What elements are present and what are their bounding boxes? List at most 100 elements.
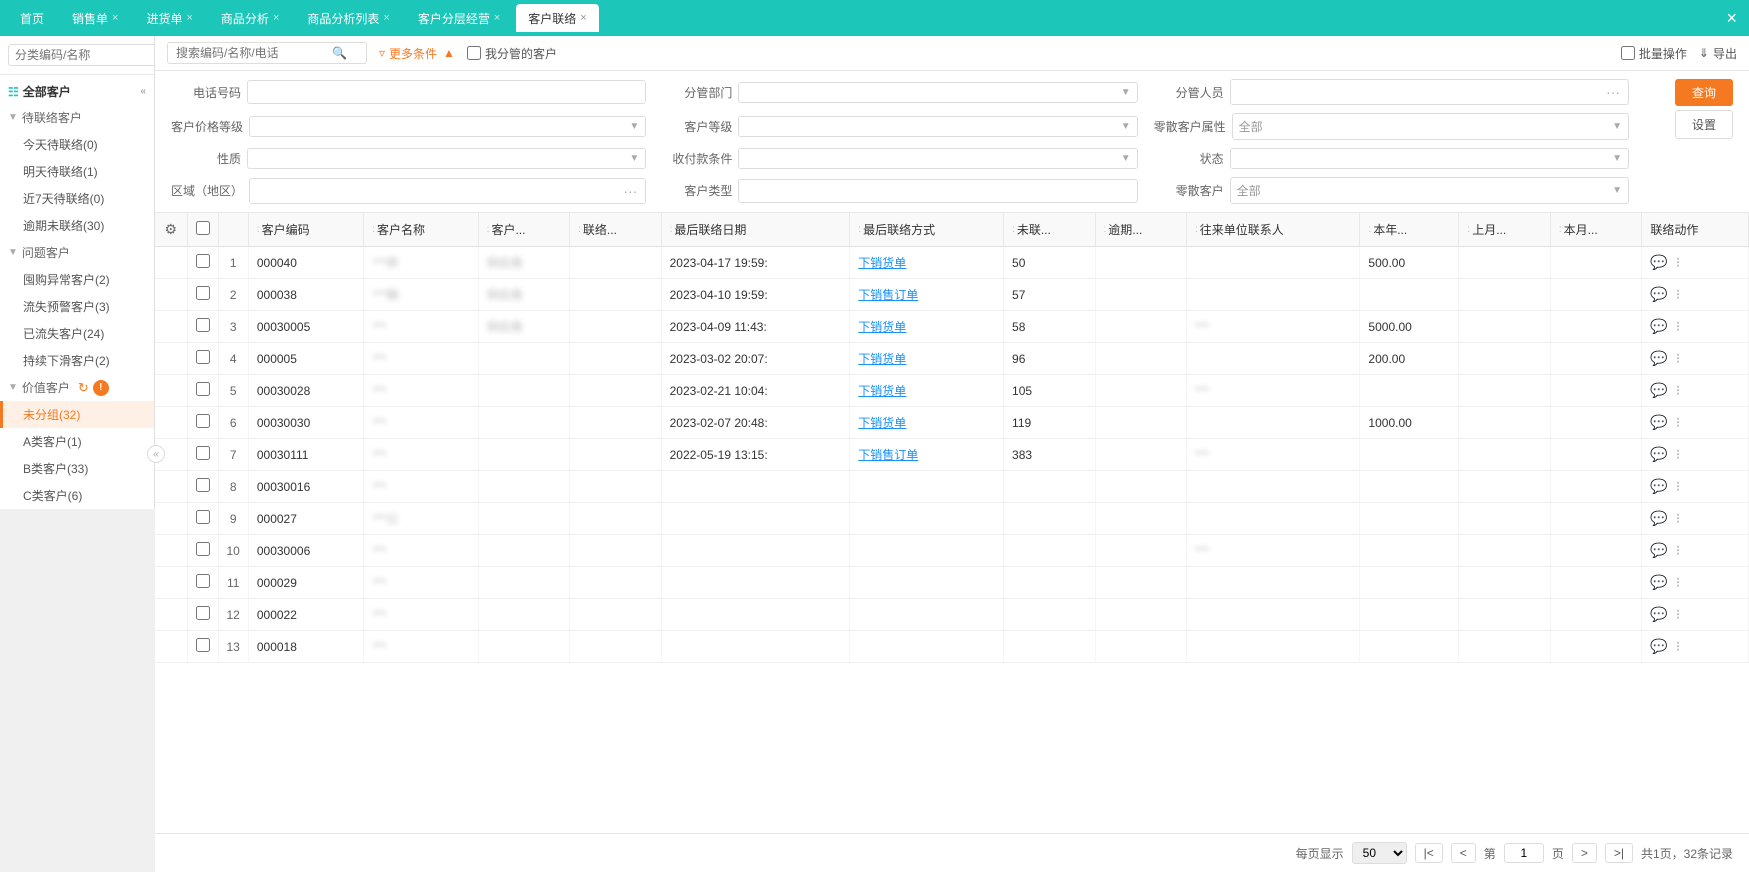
contact-icon[interactable]: 💬	[1650, 382, 1667, 399]
more-icon[interactable]: ⁝	[1676, 446, 1680, 463]
nature-select[interactable]: ▼	[247, 148, 646, 169]
cell-check[interactable]	[187, 631, 218, 663]
tab-sales[interactable]: 销售单 ×	[60, 4, 130, 32]
export-btn[interactable]: ⇓ 导出	[1699, 45, 1737, 62]
th-this-year[interactable]: : 本年...	[1360, 213, 1459, 247]
more-icon[interactable]: ⁝	[1676, 350, 1680, 367]
contact-icon[interactable]: 💬	[1650, 542, 1667, 559]
contact-icon[interactable]: 💬	[1650, 446, 1667, 463]
th-contact[interactable]: : 联络...	[570, 213, 661, 247]
cell-check[interactable]	[187, 311, 218, 343]
contact-way-link[interactable]: 下销货单	[858, 416, 906, 430]
sidebar-section-pending[interactable]: ▼ 待联络客户	[0, 104, 154, 131]
tab-product-analysis-close[interactable]: ×	[273, 12, 279, 24]
sidebar-section-problem[interactable]: ▼ 问题客户	[0, 239, 154, 266]
filter-search-input[interactable]	[176, 46, 326, 60]
sidebar-item-churned[interactable]: 已流失客户(24)	[0, 320, 154, 347]
more-icon[interactable]: ⁝	[1676, 606, 1680, 623]
tab-customer-contact-close[interactable]: ×	[580, 12, 586, 24]
contact-way-link[interactable]: 下销货单	[858, 384, 906, 398]
dept-select[interactable]: ▼	[738, 82, 1137, 103]
tab-product-list[interactable]: 商品分析列表 ×	[295, 4, 401, 32]
th-type[interactable]: : 客户...	[478, 213, 569, 247]
contact-way-link[interactable]: 下销售订单	[858, 288, 918, 302]
sidebar-all-customers[interactable]: ☷ 全部客户 «	[0, 75, 154, 104]
query-button[interactable]: 查询	[1675, 79, 1733, 106]
more-icon[interactable]: ⁝	[1676, 574, 1680, 591]
more-conditions-btn[interactable]: ▿ 更多条件 ▲	[379, 45, 455, 62]
payment-select[interactable]: ▼	[738, 148, 1137, 169]
page-number-input[interactable]	[1504, 843, 1544, 863]
row-checkbox[interactable]	[196, 254, 210, 268]
cell-check[interactable]	[187, 535, 218, 567]
cell-check[interactable]	[187, 599, 218, 631]
th-last-contact-way[interactable]: : 最后联络方式	[850, 213, 1004, 247]
filter-search-icon[interactable]: 🔍	[332, 46, 347, 60]
page-size-select[interactable]: 50 100 200	[1352, 842, 1407, 864]
sidebar-item-7days[interactable]: 近7天待联络(0)	[0, 185, 154, 212]
table-container[interactable]: ⚙ : 客户编码	[155, 213, 1749, 833]
my-customers-checkbox-area[interactable]: 我分管的客户	[467, 45, 557, 62]
row-checkbox[interactable]	[196, 446, 210, 460]
phone-input[interactable]	[247, 80, 646, 104]
status-select[interactable]: ▼	[1230, 148, 1629, 169]
cell-check[interactable]	[187, 343, 218, 375]
tab-customer-contact[interactable]: 客户联络 ×	[516, 4, 598, 32]
contact-icon[interactable]: 💬	[1650, 318, 1667, 335]
tab-customer-segment[interactable]: 客户分层经营 ×	[406, 4, 512, 32]
contact-way-link[interactable]: 下销货单	[858, 256, 906, 270]
more-icon[interactable]: ⁝	[1676, 542, 1680, 559]
first-page-button[interactable]: |<	[1415, 843, 1443, 863]
cell-check[interactable]	[187, 471, 218, 503]
th-settings[interactable]: ⚙	[155, 213, 187, 247]
th-this-month[interactable]: : 本月...	[1550, 213, 1641, 247]
my-customers-checkbox[interactable]	[467, 46, 481, 60]
region-dots-icon[interactable]: ···	[623, 183, 637, 199]
sidebar-search-input[interactable]	[8, 44, 155, 66]
retail-customer-select[interactable]: 全部 ▼	[1230, 177, 1629, 204]
contact-icon[interactable]: 💬	[1650, 510, 1667, 527]
person-dots-icon[interactable]: ···	[1606, 84, 1620, 100]
th-last-month[interactable]: : 上月...	[1459, 213, 1550, 247]
th-code[interactable]: : 客户编码	[248, 213, 363, 247]
gear-icon[interactable]: ⚙	[164, 221, 177, 237]
tab-home[interactable]: 首页	[8, 4, 56, 32]
contact-way-link[interactable]: 下销售订单	[858, 448, 918, 462]
sidebar-item-ungrouped[interactable]: 未分组(32)	[0, 401, 154, 428]
row-checkbox[interactable]	[196, 414, 210, 428]
prev-page-button[interactable]: <	[1451, 843, 1476, 863]
row-checkbox[interactable]	[196, 318, 210, 332]
row-checkbox[interactable]	[196, 286, 210, 300]
collapse-icon[interactable]: «	[140, 86, 146, 97]
th-not-contact[interactable]: : 未联...	[1004, 213, 1095, 247]
cell-check[interactable]	[187, 407, 218, 439]
select-all-checkbox[interactable]	[196, 221, 210, 235]
more-icon[interactable]: ⁝	[1676, 318, 1680, 335]
row-checkbox[interactable]	[196, 350, 210, 364]
tab-purchase-close[interactable]: ×	[186, 12, 192, 24]
last-page-button[interactable]: >|	[1605, 843, 1633, 863]
refresh-icon[interactable]: ↻	[78, 380, 89, 396]
row-checkbox[interactable]	[196, 574, 210, 588]
window-close-icon[interactable]: ×	[1722, 4, 1741, 33]
row-checkbox[interactable]	[196, 542, 210, 556]
cell-check[interactable]	[187, 247, 218, 279]
th-overdue[interactable]: : 逾期...	[1095, 213, 1186, 247]
more-icon[interactable]: ⁝	[1676, 478, 1680, 495]
reset-button[interactable]: 设置	[1675, 110, 1733, 139]
sidebar-item-churn-warn[interactable]: 流失预警客户(3)	[0, 293, 154, 320]
row-checkbox[interactable]	[196, 382, 210, 396]
retail-attr-select[interactable]: 全部 ▼	[1232, 113, 1629, 140]
sidebar-collapse-button[interactable]: «	[147, 445, 165, 463]
sidebar-item-hoarding[interactable]: 囤购异常客户(2)	[0, 266, 154, 293]
th-checkbox[interactable]	[187, 213, 218, 247]
sidebar-item-overdue[interactable]: 逾期未联络(30)	[0, 212, 154, 239]
sidebar-section-value[interactable]: ▼ 价值客户 ↻ !	[0, 374, 154, 401]
sidebar-item-declining[interactable]: 持续下滑客户(2)	[0, 347, 154, 374]
contact-icon[interactable]: 💬	[1650, 286, 1667, 303]
tab-sales-close[interactable]: ×	[112, 12, 118, 24]
tab-purchase[interactable]: 进货单 ×	[134, 4, 204, 32]
more-icon[interactable]: ⁝	[1676, 254, 1680, 271]
sidebar-item-today[interactable]: 今天待联络(0)	[0, 131, 154, 158]
th-name[interactable]: : 客户名称	[364, 213, 478, 247]
